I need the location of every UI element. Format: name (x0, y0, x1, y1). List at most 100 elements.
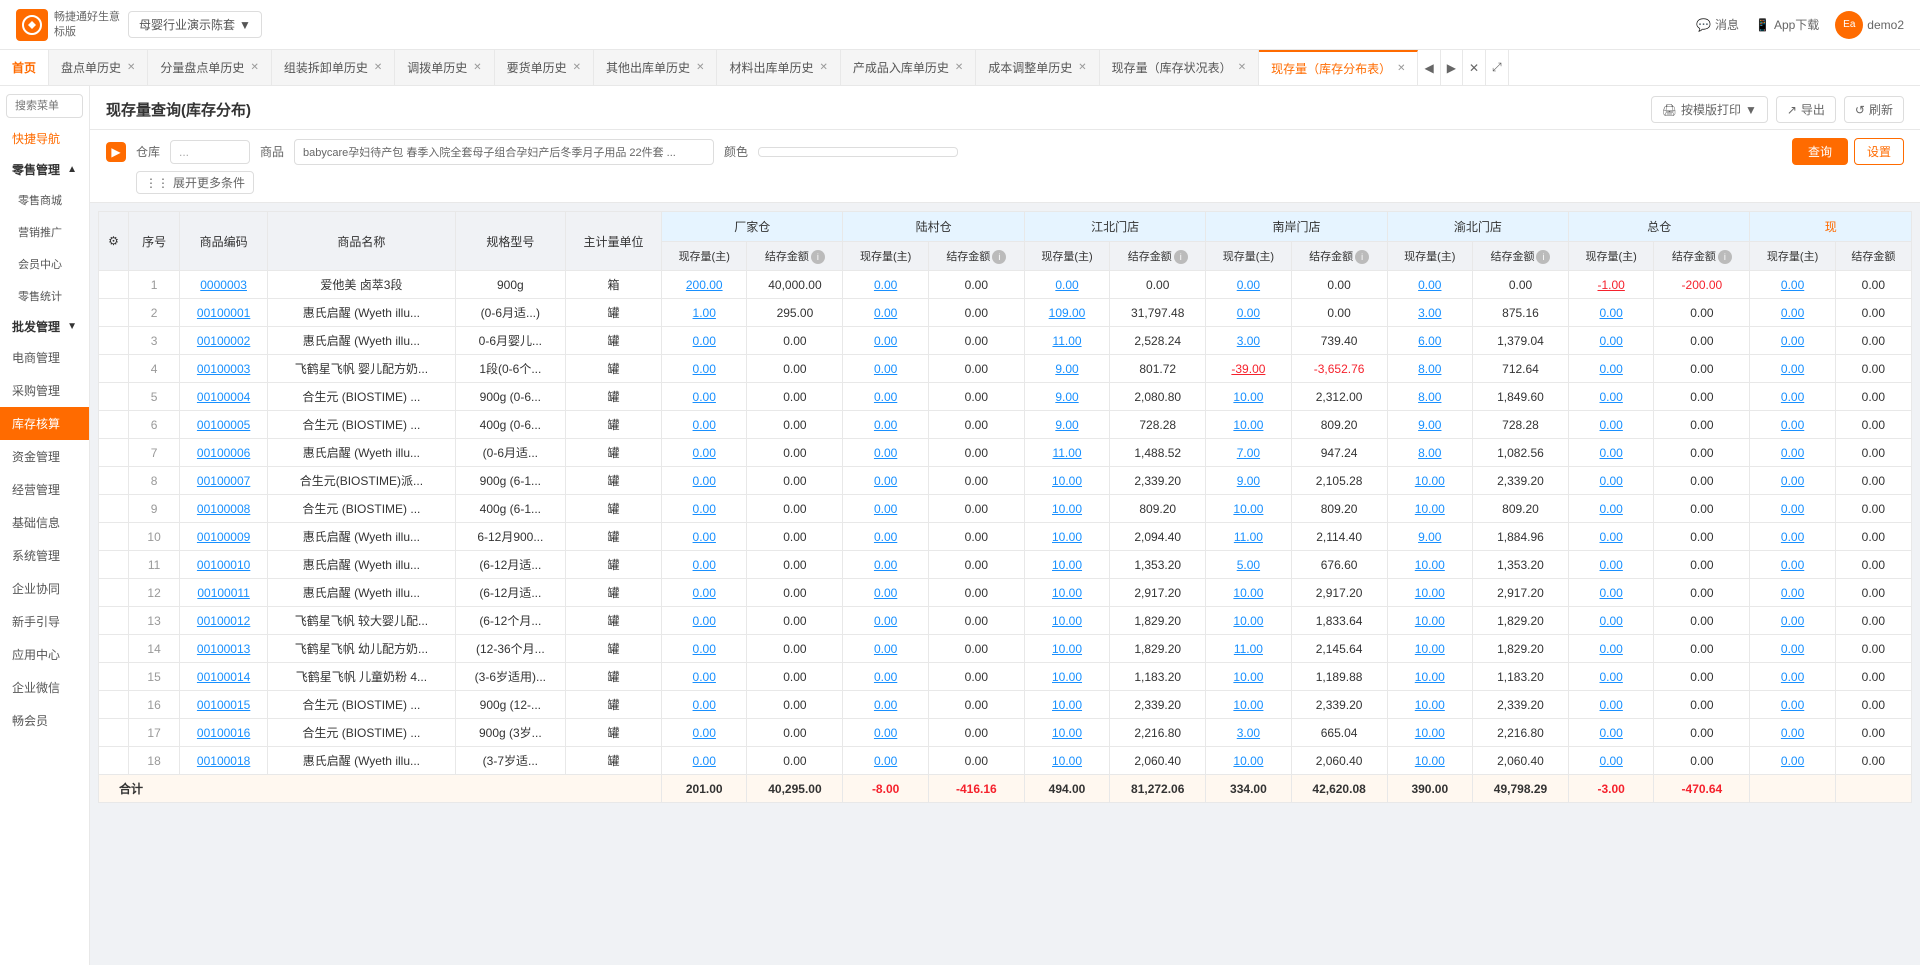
table-cell[interactable]: 0.00 (1569, 299, 1654, 327)
tab-close-icon[interactable]: ✕ (127, 62, 135, 73)
sidebar-item-retail-mgmt[interactable]: 零售管理 ▲ (0, 155, 89, 184)
table-cell[interactable]: 0.00 (1569, 663, 1654, 691)
table-cell[interactable]: 3.00 (1387, 299, 1472, 327)
more-conditions-btn[interactable]: ⋮⋮ 展开更多条件 (136, 171, 254, 194)
table-cell[interactable]: 0.00 (1569, 579, 1654, 607)
table-cell[interactable]: 0.00 (843, 327, 928, 355)
tab-material-outbound-history[interactable]: 材料出库单历史 ✕ (717, 50, 840, 85)
sidebar-item-new-guide[interactable]: 新手引导 (0, 605, 89, 638)
table-cell[interactable]: 00100002 (180, 327, 268, 355)
table-cell[interactable]: 0.00 (1569, 439, 1654, 467)
table-cell[interactable]: 10.00 (1024, 607, 1109, 635)
table-cell[interactable]: 8.00 (1387, 439, 1472, 467)
table-cell[interactable]: 0.00 (1569, 383, 1654, 411)
tab-nav-expand[interactable]: ⤢ (1486, 50, 1509, 85)
table-cell[interactable]: -39.00 (1206, 355, 1291, 383)
table-cell[interactable]: 0.00 (843, 635, 928, 663)
sidebar-item-app-center[interactable]: 应用中心 (0, 638, 89, 671)
user-avatar-area[interactable]: Ea demo2 (1835, 11, 1904, 39)
table-cell[interactable]: 0000003 (180, 271, 268, 299)
table-cell[interactable]: 10.00 (1024, 719, 1109, 747)
table-cell[interactable]: 0.00 (843, 523, 928, 551)
tab-close-icon[interactable]: ✕ (955, 62, 963, 73)
table-cell[interactable]: 9.00 (1024, 383, 1109, 411)
table-cell[interactable]: 10.00 (1024, 663, 1109, 691)
sidebar-item-basics[interactable]: 基础信息 (0, 506, 89, 539)
table-cell[interactable]: 00100016 (180, 719, 268, 747)
table-cell[interactable]: 0.00 (1569, 719, 1654, 747)
table-cell[interactable]: 0.00 (843, 383, 928, 411)
table-cell[interactable]: 0.00 (843, 439, 928, 467)
table-cell[interactable]: 0.00 (662, 355, 747, 383)
table-cell[interactable]: 11.00 (1206, 635, 1291, 663)
print-btn[interactable]: 🖨 按模版打印 ▼ (1651, 96, 1768, 123)
table-cell[interactable]: 10.00 (1024, 635, 1109, 663)
table-cell[interactable]: 0.00 (1569, 523, 1654, 551)
table-cell[interactable]: 109.00 (1024, 299, 1109, 327)
table-cell[interactable]: 0.00 (662, 439, 747, 467)
sidebar-item-operations[interactable]: 经营管理 (0, 473, 89, 506)
table-cell[interactable]: 0.00 (1569, 355, 1654, 383)
table-cell[interactable]: 00100012 (180, 607, 268, 635)
table-cell[interactable]: -1.00 (1569, 271, 1654, 299)
table-cell[interactable]: 0.00 (662, 523, 747, 551)
table-cell[interactable]: 10.00 (1387, 747, 1472, 775)
table-cell[interactable]: 0.00 (843, 495, 928, 523)
table-cell[interactable]: 00100018 (180, 747, 268, 775)
table-cell[interactable]: 00100010 (180, 551, 268, 579)
tab-close-icon[interactable]: ✕ (250, 62, 258, 73)
message-btn[interactable]: 💬 消息 (1696, 16, 1739, 33)
table-cell[interactable]: 9.00 (1387, 411, 1472, 439)
table-cell[interactable]: 11.00 (1024, 439, 1109, 467)
table-cell[interactable]: 0.00 (843, 691, 928, 719)
table-cell[interactable]: 0.00 (662, 719, 747, 747)
table-cell[interactable]: 0.00 (843, 271, 928, 299)
table-cell[interactable]: 00100001 (180, 299, 268, 327)
table-cell[interactable]: 0.00 (1206, 271, 1291, 299)
table-container[interactable]: ⚙ 序号 商品编码 商品名称 规格型号 主计量单位 厂家仓 陆村仓 江北门店 南… (90, 203, 1920, 965)
table-cell[interactable]: 5.00 (1206, 551, 1291, 579)
tab-other-outbound-history[interactable]: 其他出库单历史 ✕ (594, 50, 717, 85)
export-btn[interactable]: ↗ 导出 (1776, 96, 1836, 123)
table-cell[interactable]: 0.00 (662, 663, 747, 691)
table-cell[interactable]: 10.00 (1387, 719, 1472, 747)
table-cell[interactable]: 10.00 (1024, 579, 1109, 607)
table-cell[interactable]: 10.00 (1024, 467, 1109, 495)
table-cell[interactable]: 00100011 (180, 579, 268, 607)
settings-icon[interactable]: ⚙ (108, 234, 119, 248)
table-cell[interactable]: 10.00 (1206, 691, 1291, 719)
tab-close-icon[interactable]: ✕ (1078, 62, 1086, 73)
tab-close-icon[interactable]: ✕ (573, 62, 581, 73)
tab-inventory-single-history[interactable]: 盘点单历史 ✕ (49, 50, 148, 85)
table-cell[interactable]: 10.00 (1206, 411, 1291, 439)
table-cell[interactable]: 7.00 (1206, 439, 1291, 467)
table-cell[interactable]: 00100005 (180, 411, 268, 439)
table-cell[interactable]: 00100003 (180, 355, 268, 383)
table-cell[interactable]: 0.00 (662, 467, 747, 495)
table-cell[interactable]: 200.00 (662, 271, 747, 299)
table-cell[interactable]: 00100014 (180, 663, 268, 691)
table-cell[interactable]: 0.00 (1569, 747, 1654, 775)
tab-product-inbound-history[interactable]: 产成品入库单历史 ✕ (841, 50, 976, 85)
table-cell[interactable]: 10.00 (1024, 495, 1109, 523)
table-cell[interactable]: 0.00 (843, 467, 928, 495)
table-cell[interactable]: 0.00 (662, 691, 747, 719)
tab-close-icon[interactable]: ✕ (1397, 63, 1405, 74)
table-cell[interactable]: 8.00 (1387, 383, 1472, 411)
sidebar-item-ecommerce[interactable]: 电商管理 (0, 341, 89, 374)
tab-home[interactable]: 首页 (0, 50, 49, 85)
table-cell[interactable]: 00100008 (180, 495, 268, 523)
expand-filter-btn[interactable]: ▶ (106, 142, 126, 162)
table-cell[interactable]: 0.00 (1206, 299, 1291, 327)
table-cell[interactable]: 00100006 (180, 439, 268, 467)
sidebar-item-system[interactable]: 系统管理 (0, 539, 89, 572)
table-cell[interactable]: 10.00 (1206, 663, 1291, 691)
app-download-btn[interactable]: 📱 App下载 (1755, 16, 1819, 33)
table-cell[interactable]: 0.00 (843, 579, 928, 607)
table-cell[interactable]: 0.00 (1569, 327, 1654, 355)
sidebar-item-marketing[interactable]: 营销推广 (0, 216, 89, 248)
tab-close-icon[interactable]: ✕ (696, 62, 704, 73)
tab-cost-adjustment-history[interactable]: 成本调整单历史 ✕ (976, 50, 1099, 85)
warehouse-input[interactable]: ... (170, 140, 250, 164)
tab-close-icon[interactable]: ✕ (819, 62, 827, 73)
